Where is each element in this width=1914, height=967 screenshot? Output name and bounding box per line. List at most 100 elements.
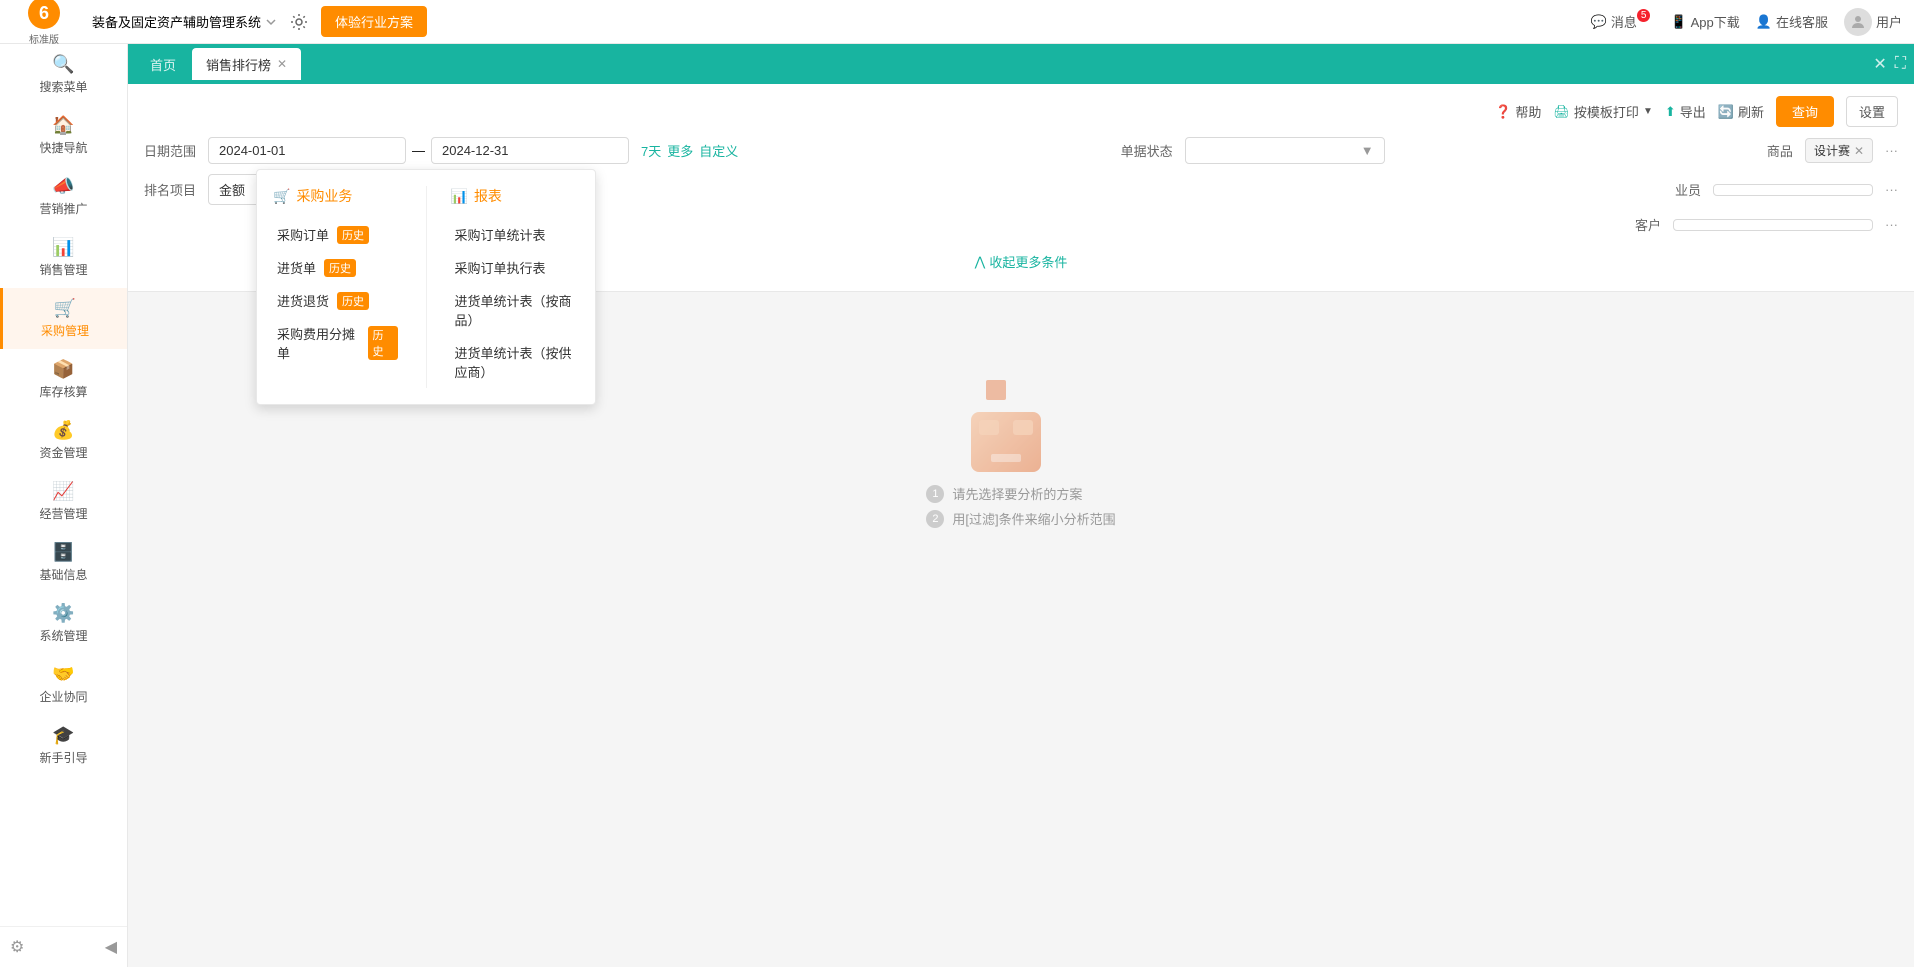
salesperson-more-btn[interactable]: ··· (1885, 182, 1898, 197)
sidebar-item-guide[interactable]: 🎓 新手引导 (0, 715, 127, 776)
tab-close-button[interactable]: ✕ (1873, 54, 1886, 74)
menu-divider (426, 186, 427, 388)
online-service-item[interactable]: 👤 在线客服 (1756, 12, 1828, 31)
guide-icon: 🎓 (52, 725, 74, 746)
sidebar-settings-icon[interactable]: ⚙ (10, 937, 24, 957)
report-section-header: 📊 报表 (451, 186, 580, 206)
sidebar-item-system[interactable]: ⚙️ 系统管理 (0, 593, 127, 654)
hint-num-2: 2 (926, 510, 944, 528)
quick-date-more[interactable]: 更多 (667, 141, 693, 160)
top-bar-left: 6 标准版 装备及固定资产辅助管理系统 体验行业方案 (12, 0, 427, 46)
purchase-section-title: 采购业务 (296, 186, 352, 206)
purchase-expense-label: 采购费用分摊单 (277, 324, 360, 362)
menu-item-receipt-by-supplier[interactable]: 进货单统计表（按供应商） (451, 336, 580, 388)
system-title: 装备及固定资产辅助管理系统 (92, 12, 261, 31)
help-icon: ❓ (1495, 104, 1511, 120)
industry-button[interactable]: 体验行业方案 (321, 6, 427, 37)
quick-date-7days[interactable]: 7天 (641, 141, 661, 160)
tab-bar: 首页 销售排行榜 ✕ ✕ ⛶ (128, 44, 1914, 84)
report-menu-column: 📊 报表 采购订单统计表 采购订单执行表 进货单统计表（按商品） (451, 186, 580, 388)
customer-more-btn[interactable]: ··· (1885, 217, 1898, 232)
report-section-icon: 📊 (451, 188, 468, 205)
menu-item-po-stats[interactable]: 采购订单统计表 (451, 218, 580, 251)
inventory-icon: 📦 (52, 359, 74, 380)
tab-expand-button[interactable]: ⛶ (1895, 55, 1906, 73)
filter-settings-button[interactable]: 设置 (1846, 96, 1898, 127)
filter-row-1: 日期范围 — 7天 更多 自定义 单据状态 (144, 137, 1898, 164)
refresh-label: 刷新 (1738, 102, 1764, 121)
sidebar-item-enterprise[interactable]: 🤝 企业协同 (0, 654, 127, 715)
dropdown-icon (265, 16, 277, 28)
purchase-section-icon: 🛒 (273, 188, 290, 205)
sidebar-item-inventory[interactable]: 📦 库存核算 (0, 349, 127, 410)
purchase-menu-column: 🛒 采购业务 采购订单 历史 进货单 历史 进货退货 (273, 186, 402, 388)
po-stats-label: 采购订单统计表 (455, 225, 546, 244)
print-button[interactable]: 🖨 按模板打印 ▼ (1553, 102, 1652, 121)
sidebar-item-search[interactable]: 🔍 搜索菜单 (0, 44, 127, 105)
sidebar-item-finance[interactable]: 💰 资金管理 (0, 410, 127, 471)
date-end-input[interactable] (431, 137, 629, 164)
goods-tag-close[interactable]: ✕ (1854, 144, 1864, 158)
tab-close-icon[interactable]: ✕ (277, 57, 287, 71)
hint-num-1: 1 (926, 485, 944, 503)
help-label: 帮助 (1515, 102, 1541, 121)
purchase-order-label: 采购订单 (277, 225, 329, 244)
customer-select[interactable] (1673, 219, 1873, 231)
rank-value: 金额 (219, 180, 245, 199)
menu-item-purchase-expense[interactable]: 采购费用分摊单 历史 (273, 317, 402, 369)
tab-sales-rank[interactable]: 销售排行榜 ✕ (192, 48, 301, 80)
goods-more-btn[interactable]: ··· (1885, 143, 1898, 158)
date-start-input[interactable] (208, 137, 406, 164)
quick-dates: 7天 更多 自定义 (641, 141, 738, 160)
doc-status-label: 单据状态 (1121, 141, 1173, 160)
sidebar-item-marketing[interactable]: 📣 营销推广 (0, 166, 127, 227)
enterprise-icon: 🤝 (52, 664, 74, 685)
filter-toolbar: ❓ 帮助 🖨 按模板打印 ▼ ⬆ 导出 🔄 (144, 96, 1898, 127)
user-item[interactable]: 用户 (1844, 8, 1902, 36)
salesperson-select[interactable] (1713, 184, 1873, 196)
doc-status-select[interactable]: ▼ (1185, 137, 1385, 164)
refresh-button[interactable]: 🔄 刷新 (1718, 102, 1764, 121)
goods-tag-value: 设计赛 (1814, 142, 1850, 159)
help-button[interactable]: ❓ 帮助 (1495, 102, 1541, 121)
menu-item-goods-receipt[interactable]: 进货单 历史 (273, 251, 402, 284)
print-icon: 🖨 (1553, 104, 1570, 120)
service-icon: 👤 (1756, 14, 1772, 30)
hint-text-2: 用[过滤]条件来缩小分析范围 (952, 509, 1115, 528)
app-download-item[interactable]: 📱 App下载 (1670, 12, 1739, 31)
sidebar-item-basic[interactable]: 🗄️ 基础信息 (0, 532, 127, 593)
system-title-dropdown[interactable]: 装备及固定资产辅助管理系统 (92, 12, 277, 31)
export-button[interactable]: ⬆ 导出 (1665, 102, 1706, 121)
menu-item-purchase-order[interactable]: 采购订单 历史 (273, 218, 402, 251)
sidebar-item-operations[interactable]: 📈 经营管理 (0, 471, 127, 532)
query-button[interactable]: 查询 (1776, 96, 1834, 127)
goods-receipt-badge: 历史 (324, 259, 356, 277)
sidebar-item-purchase[interactable]: 🛒 采购管理 (0, 288, 127, 349)
top-bar: 6 标准版 装备及固定资产辅助管理系统 体验行业方案 💬 消息 (0, 0, 1914, 44)
purchase-section-header: 🛒 采购业务 (273, 186, 402, 206)
settings-icon[interactable] (285, 8, 313, 36)
menu-item-goods-return[interactable]: 进货退货 历史 (273, 284, 402, 317)
tab-home-label: 首页 (150, 55, 176, 74)
tab-home[interactable]: 首页 (136, 48, 190, 80)
quick-date-custom[interactable]: 自定义 (699, 141, 738, 160)
menu-item-receipt-by-goods[interactable]: 进货单统计表（按商品） (451, 284, 580, 336)
tab-sales-rank-label: 销售排行榜 (206, 55, 271, 74)
sidebar-collapse-icon[interactable]: ◀ (105, 937, 117, 957)
top-bar-right: 💬 消息 5 📱 App下载 👤 在线客服 用户 (1591, 8, 1902, 36)
sidebar-item-quick[interactable]: 🏠 快捷导航 (0, 105, 127, 166)
app-download-label: App下载 (1691, 12, 1740, 31)
salesperson-label: 业员 (1675, 180, 1701, 199)
message-label: 消息 (1611, 12, 1637, 31)
export-label: 导出 (1680, 102, 1706, 121)
content-area: 首页 销售排行榜 ✕ ✕ ⛶ ❓ (128, 44, 1914, 967)
sidebar-item-sales[interactable]: 📊 销售管理 (0, 227, 127, 288)
menu-item-po-execution[interactable]: 采购订单执行表 (451, 251, 580, 284)
date-separator: — (412, 143, 425, 158)
print-dropdown-icon: ▼ (1643, 106, 1653, 117)
message-item[interactable]: 💬 消息 5 (1591, 12, 1655, 31)
online-service-label: 在线客服 (1776, 12, 1828, 31)
receipt-by-goods-label: 进货单统计表（按商品） (455, 291, 576, 329)
empty-illustration (961, 372, 1081, 472)
user-label: 用户 (1876, 12, 1902, 31)
